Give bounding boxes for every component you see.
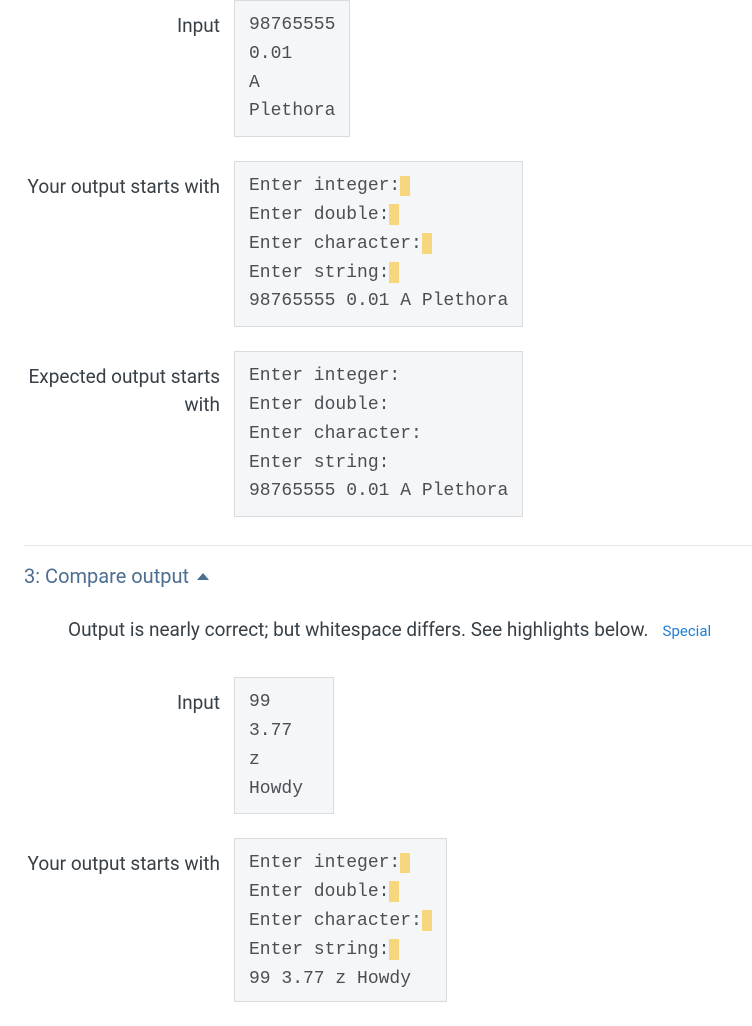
code-line: 98765555 0.01 A Plethora [249, 477, 508, 506]
code-line: Enter double: [249, 878, 432, 907]
code-line: Enter character: [249, 420, 508, 449]
whitespace-highlight [400, 853, 410, 874]
input-row-1: Input 987655550.01APlethora [24, 0, 752, 137]
code-line: z [249, 746, 319, 775]
expected-output-row-1: Expected output starts with Enter intege… [24, 351, 752, 517]
code-line: 3.77 [249, 717, 319, 746]
code-line: Enter string: [249, 936, 432, 965]
your-output-row-1: Your output starts with Enter integer:En… [24, 161, 752, 327]
input-code-2: 993.77zHowdy [234, 677, 334, 814]
input-label-1: Input [24, 0, 234, 40]
code-line: Enter integer: [249, 362, 508, 391]
section-3-message-row: Output is nearly correct; but whitespace… [68, 618, 752, 641]
code-line: 99 3.77 z Howdy [249, 965, 432, 994]
your-output-code-2: Enter integer:Enter double:Enter charact… [234, 838, 447, 1002]
whitespace-highlight [400, 176, 410, 197]
whitespace-highlight [389, 881, 399, 902]
your-output-label-1: Your output starts with [24, 161, 234, 201]
input-label-2: Input [24, 677, 234, 717]
expected-output-label-1: Expected output starts with [24, 351, 234, 418]
whitespace-highlight [389, 204, 399, 225]
code-line: 0.01 [249, 40, 335, 69]
code-line: Enter double: [249, 201, 508, 230]
your-output-label-2: Your output starts with [24, 838, 234, 878]
code-line: Plethora [249, 97, 335, 126]
code-line: Howdy [249, 775, 319, 804]
whitespace-highlight [389, 939, 399, 960]
code-line: Enter character: [249, 907, 432, 936]
code-line: Enter character: [249, 230, 508, 259]
chevron-up-icon [197, 573, 209, 580]
code-line: Enter string: [249, 259, 508, 288]
section-3-title: 3: Compare output [24, 564, 189, 588]
input-row-2: Input 993.77zHowdy [24, 677, 752, 814]
input-code-1: 987655550.01APlethora [234, 0, 350, 137]
whitespace-highlight [422, 910, 432, 931]
code-line: Enter string: [249, 449, 508, 478]
code-line: Enter integer: [249, 849, 432, 878]
your-output-row-2: Your output starts with Enter integer:En… [24, 838, 752, 1002]
section-divider [24, 545, 752, 546]
special-link[interactable]: Special [663, 622, 712, 640]
code-line: 98765555 [249, 11, 335, 40]
code-line: Enter integer: [249, 172, 508, 201]
code-line: 98765555 0.01 A Plethora [249, 287, 508, 316]
whitespace-highlight [389, 262, 399, 283]
code-line: Enter double: [249, 391, 508, 420]
expected-output-code-1: Enter integer:Enter double:Enter charact… [234, 351, 523, 517]
whitespace-highlight [422, 233, 432, 254]
section-3-message: Output is nearly correct; but whitespace… [68, 618, 649, 641]
your-output-code-1: Enter integer:Enter double:Enter charact… [234, 161, 523, 327]
code-line: A [249, 69, 335, 98]
code-line: 99 [249, 688, 319, 717]
section-3-header[interactable]: 3: Compare output [24, 564, 752, 588]
